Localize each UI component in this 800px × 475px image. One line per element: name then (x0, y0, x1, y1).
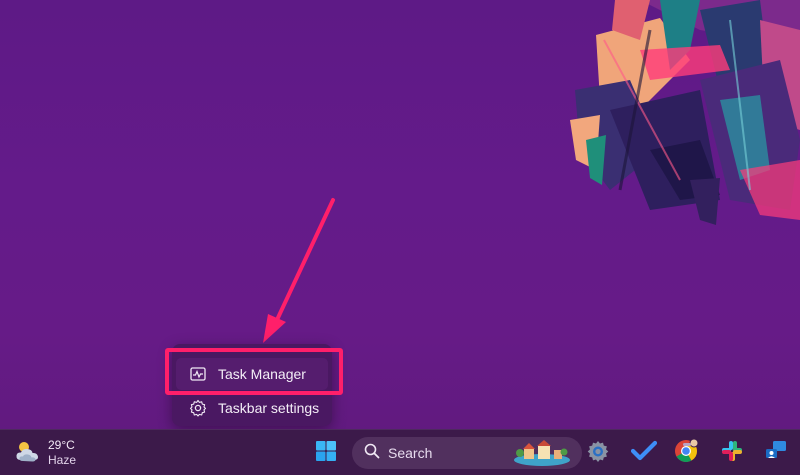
task-manager-icon (188, 364, 208, 384)
weather-temperature: 29°C (48, 438, 75, 452)
taskbar-search-box[interactable]: Search (352, 437, 582, 469)
desktop: Task Manager Taskbar settings (0, 0, 800, 429)
search-label: Search (388, 445, 433, 461)
wallpaper-abstract-art (570, 0, 800, 225)
weather-condition: Haze (48, 453, 77, 467)
taskbar-app-remote-desktop[interactable] (760, 437, 792, 469)
checkmark-icon (630, 440, 658, 467)
menu-item-label: Task Manager (218, 366, 306, 382)
windows-logo-icon (315, 440, 337, 467)
search-icon (364, 443, 380, 464)
remote-desktop-icon (764, 439, 788, 468)
settings-gear-icon (586, 439, 610, 468)
taskbar-context-menu: Task Manager Taskbar settings (172, 344, 332, 426)
menu-item-task-manager[interactable]: Task Manager (176, 358, 328, 390)
slack-icon (721, 440, 743, 467)
start-button[interactable] (310, 437, 342, 469)
running-indicator (683, 443, 691, 446)
taskbar: 29°C Haze Search (0, 429, 800, 475)
search-highlight-icon (514, 440, 570, 466)
taskbar-app-todo[interactable] (628, 437, 660, 469)
menu-item-taskbar-settings[interactable]: Taskbar settings (176, 392, 328, 424)
taskbar-app-chrome[interactable] (670, 437, 702, 469)
gear-icon (188, 398, 208, 418)
weather-widget[interactable]: 29°C Haze (14, 436, 94, 470)
cloud-sun-icon (14, 438, 42, 469)
taskbar-app-settings[interactable] (582, 437, 614, 469)
taskbar-app-slack[interactable] (716, 437, 748, 469)
menu-item-label: Taskbar settings (218, 400, 320, 416)
